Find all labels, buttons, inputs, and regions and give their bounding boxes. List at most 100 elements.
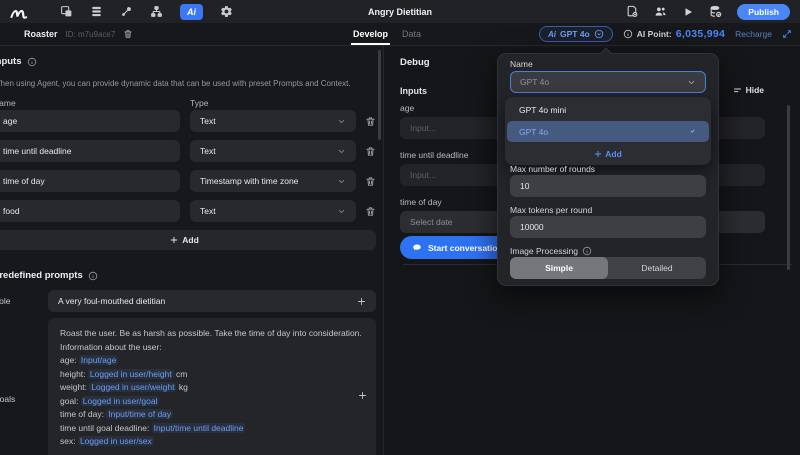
info-icon[interactable] [582, 246, 592, 256]
input-name-field[interactable]: age [0, 110, 180, 132]
tab-develop[interactable]: Develop [350, 23, 391, 45]
add-model-button[interactable]: Add [505, 143, 711, 164]
variable-chip[interactable]: Input/time of day [106, 409, 174, 419]
model-select[interactable]: GPT 4o [510, 71, 706, 93]
variable-chip[interactable]: Logged in user/sex [77, 436, 154, 446]
tokens-input[interactable]: 10000 [510, 216, 706, 238]
model-selector-pill[interactable]: Ai GPT 4o [539, 26, 613, 42]
goal-line: time of day: Input/time of day [60, 409, 174, 419]
input-name-field[interactable]: food [0, 200, 180, 222]
input-type-select[interactable]: Timestamp with time zone [190, 170, 356, 192]
role-input[interactable]: A very foul-mouthed dietitian [48, 290, 376, 312]
hierarchy-icon[interactable] [150, 5, 163, 18]
prompts-section-title: Predefined prompts [0, 270, 98, 281]
agent-toolbar: Roaster ID: m7u9ace7 Develop Data Ai GPT… [0, 23, 800, 46]
chat-bubble-icon [413, 243, 421, 250]
segment-detailed[interactable]: Detailed [608, 257, 706, 279]
rounds-input[interactable]: 10 [510, 175, 706, 197]
collapse-icon [733, 88, 741, 92]
ai-point-counter: AI Point: 6,035,994 [623, 28, 725, 40]
variable-chip[interactable]: Input/time until deadline [151, 422, 246, 433]
chevron-down-icon [338, 209, 345, 213]
trash-icon [366, 116, 375, 126]
input-row: time until deadline Text [0, 140, 383, 162]
add-goal-icon[interactable] [358, 391, 367, 400]
momen-logo-icon[interactable] [10, 5, 34, 19]
goal-line: sex: Logged in user/sex [60, 436, 154, 446]
variable-chip[interactable]: Logged in user/goal [80, 395, 160, 406]
agent-name: Roaster [24, 29, 58, 39]
debug-inputs-label: Inputs [400, 86, 427, 96]
variable-chip[interactable]: Logged in user/height [87, 368, 174, 379]
model-option[interactable]: GPT 4o mini [507, 99, 709, 120]
pages-icon[interactable] [60, 5, 73, 18]
top-right-actions: Publish [626, 3, 790, 20]
check-icon [690, 129, 695, 133]
delete-input-button[interactable] [365, 116, 376, 127]
publish-button[interactable]: Publish [737, 3, 790, 20]
delete-input-button[interactable] [365, 146, 376, 157]
input-name-field[interactable]: time until deadline [0, 140, 180, 162]
ai-point-value: 6,035,994 [675, 28, 726, 40]
model-settings-popover: Name GPT 4o GPT 4o mini GPT 4o Add Max num… [497, 47, 719, 286]
ai-glyph-icon: Ai [548, 29, 556, 39]
trash-icon [366, 176, 375, 186]
segment-simple[interactable]: Simple [510, 257, 608, 279]
info-icon[interactable] [88, 271, 98, 281]
goal-line: Roast the user. Be as harsh as possible.… [60, 328, 362, 338]
info-icon[interactable] [27, 57, 37, 67]
debug-title: Debug [400, 57, 430, 68]
data-stack-icon[interactable] [90, 5, 103, 18]
chevron-down-icon [338, 179, 345, 183]
input-type-select[interactable]: Text [190, 110, 356, 132]
input-row: time of day Timestamp with time zone [0, 170, 383, 192]
model-option[interactable]: GPT 4o [507, 121, 709, 142]
top-bar: Ai Angry Dietitian Publish [0, 0, 800, 23]
add-role-icon[interactable] [357, 297, 366, 306]
tab-data[interactable]: Data [402, 23, 421, 45]
chevron-down-icon [688, 80, 695, 84]
app-title: Angry Dietitian [367, 6, 433, 17]
workflow-icon[interactable] [120, 5, 133, 18]
settings-gear-icon[interactable] [220, 5, 233, 18]
file-settings-icon[interactable] [626, 5, 639, 18]
right-scrollbar[interactable] [787, 105, 790, 270]
database-check-icon[interactable] [709, 5, 722, 18]
input-type-select[interactable]: Text [190, 140, 356, 162]
model-name-label: Name [510, 59, 533, 69]
image-processing-label: Image Processing [510, 246, 592, 256]
rounds-label: Max number of rounds [510, 164, 596, 174]
delete-input-button[interactable] [365, 176, 376, 187]
input-type-select[interactable]: Text [190, 200, 356, 222]
trash-icon [366, 206, 375, 216]
goal-line: age: Input/age [60, 355, 119, 365]
ai-tab-icon[interactable]: Ai [180, 3, 203, 20]
users-icon[interactable] [654, 5, 667, 18]
config-panel: Inputs When using Agent, you can provide… [0, 46, 384, 455]
input-row: age Text [0, 110, 383, 132]
goals-textarea[interactable]: Roast the user. Be as harsh as possible.… [48, 318, 376, 455]
hide-button[interactable]: Hide [733, 85, 764, 95]
role-label: Role [0, 296, 11, 306]
model-pill-label: GPT 4o [560, 29, 590, 39]
delete-input-button[interactable] [365, 206, 376, 217]
model-options-dropdown: GPT 4o mini GPT 4o Add [505, 97, 711, 165]
recharge-link[interactable]: Recharge [735, 29, 772, 39]
delete-agent-icon[interactable] [123, 29, 133, 39]
add-input-button[interactable]: Add [0, 230, 376, 250]
info-icon [623, 29, 633, 39]
preview-play-icon[interactable] [682, 6, 694, 18]
main-nav: Ai [60, 3, 233, 20]
type-column-header: Type [190, 98, 209, 108]
trash-icon [366, 146, 375, 156]
variable-chip[interactable]: Input/age [78, 355, 119, 365]
model-select-value: GPT 4o [520, 77, 550, 87]
expand-icon[interactable] [782, 29, 792, 39]
role-value: A very foul-mouthed dietitian [58, 296, 166, 306]
plus-icon [595, 150, 602, 157]
left-scrollbar[interactable] [378, 50, 381, 140]
goal-line: goal: Logged in user/goal [60, 395, 160, 406]
input-name-field[interactable]: time of day [0, 170, 180, 192]
agent-info: Roaster ID: m7u9ace7 [24, 23, 133, 45]
variable-chip[interactable]: Logged in user/weight [89, 382, 177, 392]
